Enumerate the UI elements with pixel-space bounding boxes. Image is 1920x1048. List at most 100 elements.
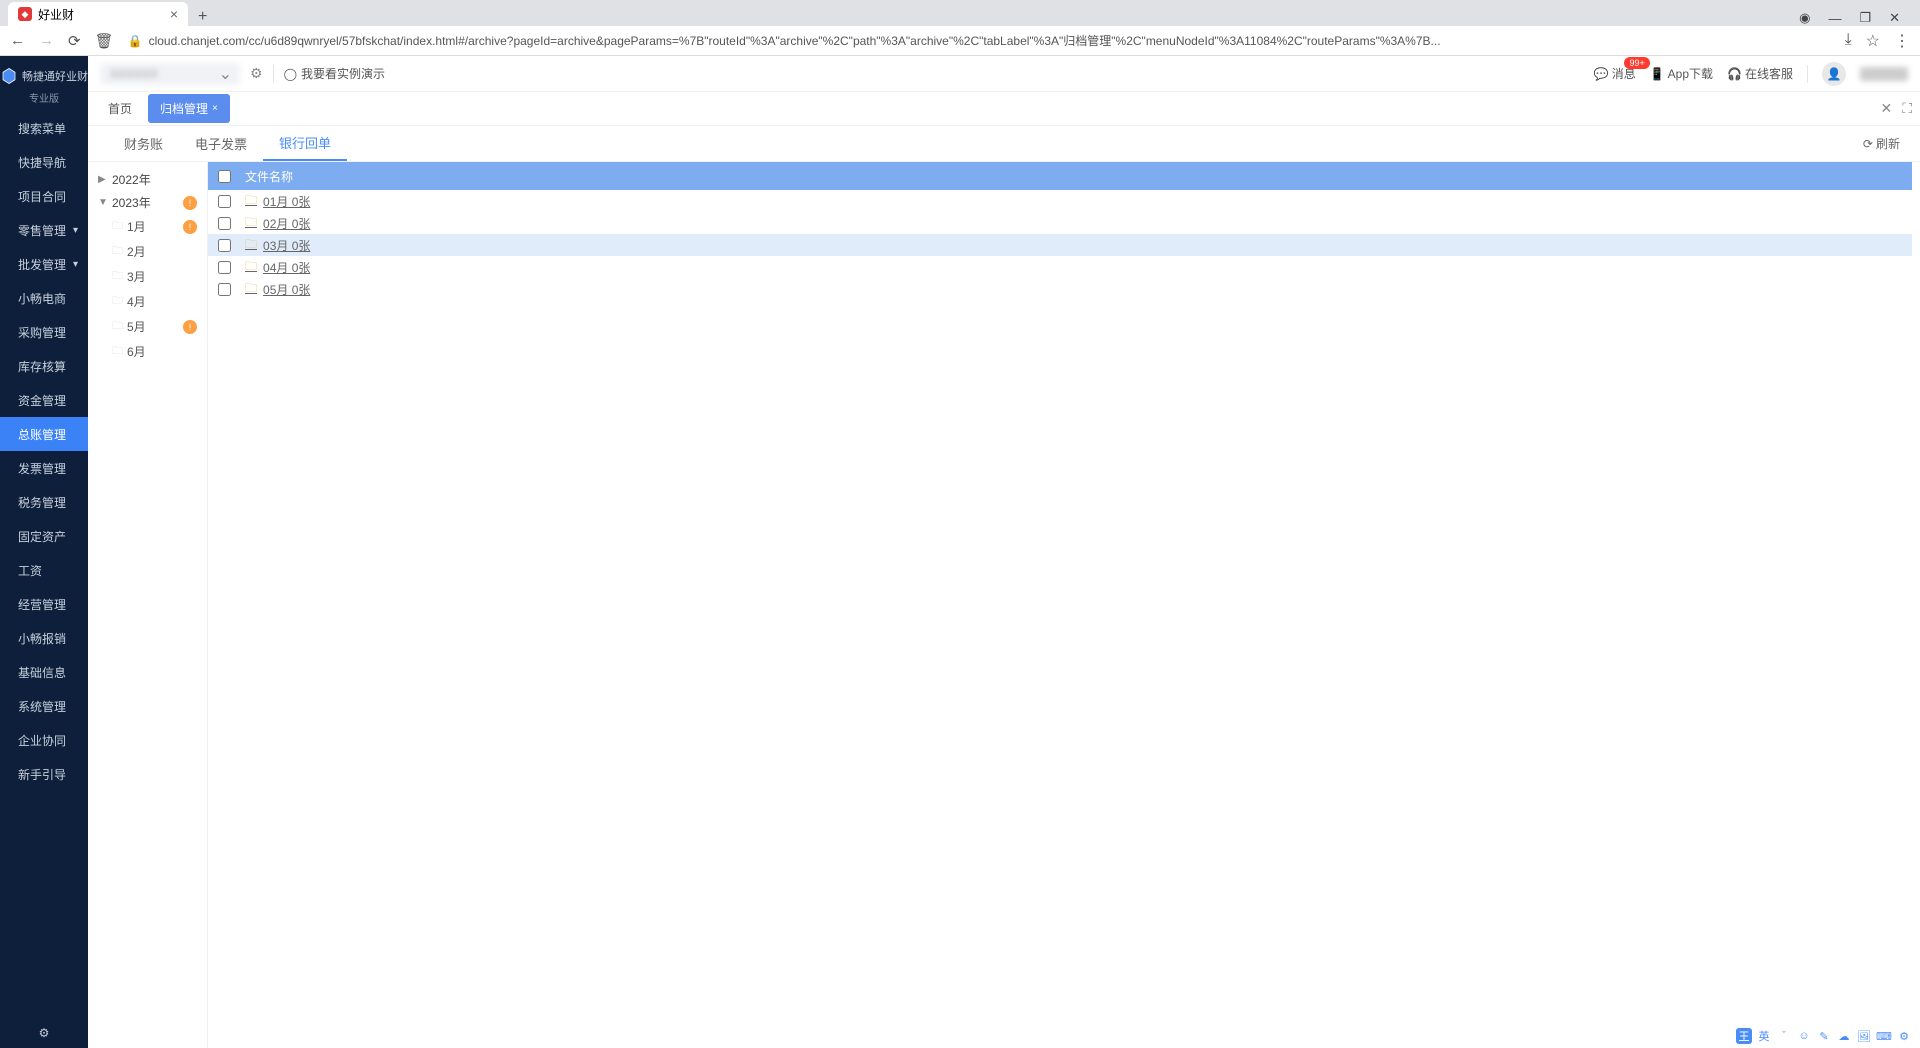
sidebar-settings[interactable]: ⚙ bbox=[0, 1018, 88, 1048]
sidebar-item-label: 发票管理 bbox=[18, 460, 66, 477]
subtab-finance[interactable]: 财务账 bbox=[108, 126, 179, 161]
sidebar-item-label: 工资 bbox=[18, 562, 42, 579]
sidebar-item-label: 税务管理 bbox=[18, 494, 66, 511]
tray-gear-icon[interactable]: ⚙ bbox=[1896, 1028, 1912, 1044]
tray-edit-icon[interactable]: ✎ bbox=[1816, 1028, 1832, 1044]
menu-icon[interactable]: ⋮ bbox=[1894, 31, 1910, 51]
tab-close-icon[interactable]: × bbox=[212, 103, 218, 114]
sidebar-item-label: 经营管理 bbox=[18, 596, 66, 613]
mobile-icon: 📱 bbox=[1650, 67, 1665, 81]
alert-badge: ! bbox=[183, 196, 197, 210]
row-checkbox[interactable] bbox=[218, 239, 231, 252]
file-row[interactable]: 🗀01月 0张 bbox=[208, 190, 1912, 212]
subtab-einvoice[interactable]: 电子发票 bbox=[179, 126, 263, 161]
app-download-button[interactable]: 📱 App下载 bbox=[1650, 65, 1713, 82]
file-link[interactable]: 🗀01月 0张 bbox=[245, 191, 310, 212]
sidebar-item-0[interactable]: 搜索菜单 bbox=[0, 111, 88, 145]
sidebar-item-2[interactable]: 项目合同 bbox=[0, 179, 88, 213]
select-all-checkbox[interactable] bbox=[218, 170, 231, 183]
file-link[interactable]: 🗀02月 0张 bbox=[245, 213, 310, 234]
tree-node-2023[interactable]: ▼ 2023年 ! bbox=[96, 191, 199, 214]
maximize-icon[interactable]: ❐ bbox=[1859, 10, 1871, 26]
sidebar-item-7[interactable]: 库存核算 bbox=[0, 349, 88, 383]
tray-keyboard-icon[interactable]: ⌨ bbox=[1876, 1028, 1892, 1044]
sidebar-item-4[interactable]: 批发管理▾ bbox=[0, 247, 88, 281]
tree-month-5[interactable]: 🗀 5月 ! bbox=[110, 314, 199, 339]
tree-month-4[interactable]: 🗀 4月 bbox=[110, 289, 199, 314]
sidebar-item-12[interactable]: 固定资产 bbox=[0, 519, 88, 553]
lock-icon: 🔒 bbox=[128, 34, 143, 48]
file-row[interactable]: 🗀02月 0张 bbox=[208, 212, 1912, 234]
sidebar-item-3[interactable]: 零售管理▾ bbox=[0, 213, 88, 247]
ime-icon[interactable]: 王 bbox=[1736, 1028, 1752, 1044]
file-link[interactable]: 🗀03月 0张 bbox=[245, 235, 310, 256]
demo-link[interactable]: ◯ 我要看实例演示 bbox=[284, 65, 385, 82]
org-settings-icon[interactable]: ⚙ bbox=[250, 65, 263, 82]
sidebar-item-17[interactable]: 系统管理 bbox=[0, 689, 88, 723]
close-all-icon[interactable]: ✕ bbox=[1880, 100, 1892, 117]
back-icon[interactable]: ← bbox=[10, 32, 25, 49]
ime-lang[interactable]: 英 bbox=[1756, 1028, 1772, 1044]
tree-month-6[interactable]: 🗀 6月 bbox=[110, 339, 199, 364]
tree-month-1[interactable]: 🗀 1月 ! bbox=[110, 214, 199, 239]
tray-cloud-icon[interactable]: ☁ bbox=[1836, 1028, 1852, 1044]
sidebar-item-6[interactable]: 采购管理 bbox=[0, 315, 88, 349]
tray-smile-icon[interactable]: ☺ bbox=[1796, 1028, 1812, 1044]
sidebar-item-8[interactable]: 资金管理 bbox=[0, 383, 88, 417]
sidebar-item-14[interactable]: 经营管理 bbox=[0, 587, 88, 621]
sidebar-item-label: 搜索菜单 bbox=[18, 120, 66, 137]
file-link[interactable]: 🗀04月 0张 bbox=[245, 257, 310, 278]
tree-month-2[interactable]: 🗀 2月 bbox=[110, 239, 199, 264]
video-icon: ◯ bbox=[284, 67, 297, 81]
file-row[interactable]: 🗀04月 0张 bbox=[208, 256, 1912, 278]
folder-icon: 🗀 bbox=[245, 191, 257, 212]
sidebar-item-13[interactable]: 工资 bbox=[0, 553, 88, 587]
close-window-icon[interactable]: ✕ bbox=[1889, 10, 1900, 26]
sidebar-item-label: 总账管理 bbox=[18, 426, 66, 443]
folder-icon: 🗀 bbox=[112, 267, 123, 286]
sidebar-item-9[interactable]: 总账管理 bbox=[0, 417, 88, 451]
tab-home[interactable]: 首页 bbox=[96, 94, 144, 123]
avatar[interactable]: 👤 bbox=[1822, 62, 1846, 86]
file-row[interactable]: 🗀03月 0张 bbox=[208, 234, 1912, 256]
username bbox=[1860, 67, 1908, 81]
sidebar-item-18[interactable]: 企业协同 bbox=[0, 723, 88, 757]
sidebar-item-label: 固定资产 bbox=[18, 528, 66, 545]
sidebar-item-1[interactable]: 快捷导航 bbox=[0, 145, 88, 179]
sidebar-item-10[interactable]: 发票管理 bbox=[0, 451, 88, 485]
account-icon[interactable]: ◉ bbox=[1799, 10, 1810, 26]
reload-icon[interactable]: ⟳ bbox=[68, 32, 81, 50]
minimize-icon[interactable]: — bbox=[1828, 11, 1841, 26]
tree-month-3[interactable]: 🗀 3月 bbox=[110, 264, 199, 289]
sidebar-item-16[interactable]: 基础信息 bbox=[0, 655, 88, 689]
sidebar-item-5[interactable]: 小畅电商 bbox=[0, 281, 88, 315]
browser-tab[interactable]: ◆ 好业财 × bbox=[8, 2, 188, 26]
tray-image-icon[interactable]: 🖼 bbox=[1856, 1028, 1872, 1044]
row-checkbox[interactable] bbox=[218, 283, 231, 296]
subtab-bank[interactable]: 银行回单 bbox=[263, 126, 347, 161]
alert-badge: ! bbox=[183, 220, 197, 234]
trash-icon[interactable]: 🗑 bbox=[95, 32, 114, 50]
tab-archive[interactable]: 归档管理 × bbox=[148, 94, 230, 123]
tab-close-icon[interactable]: × bbox=[170, 6, 178, 22]
row-checkbox[interactable] bbox=[218, 195, 231, 208]
sidebar-item-19[interactable]: 新手引导 bbox=[0, 757, 88, 791]
refresh-button[interactable]: ⟳ 刷新 bbox=[1863, 135, 1900, 152]
file-name: 04月 0张 bbox=[263, 259, 310, 276]
row-checkbox[interactable] bbox=[218, 217, 231, 230]
row-checkbox[interactable] bbox=[218, 261, 231, 274]
gear-icon: ⚙ bbox=[39, 1026, 50, 1040]
fullscreen-icon[interactable]: ⛶ bbox=[1902, 100, 1912, 117]
file-link[interactable]: 🗀05月 0张 bbox=[245, 279, 310, 300]
messages-button[interactable]: 💬 消息 99+ bbox=[1594, 65, 1636, 82]
bookmark-icon[interactable]: ☆ bbox=[1866, 31, 1880, 51]
support-button[interactable]: 🎧 在线客服 bbox=[1727, 65, 1793, 82]
sidebar-item-15[interactable]: 小畅报销 bbox=[0, 621, 88, 655]
sidebar-item-11[interactable]: 税务管理 bbox=[0, 485, 88, 519]
install-icon[interactable]: ⤓ bbox=[1845, 31, 1852, 51]
url-box[interactable]: 🔒 cloud.chanjet.com/cc/u6d89qwnryel/57bf… bbox=[128, 32, 1831, 49]
new-tab-icon[interactable]: + bbox=[198, 8, 207, 26]
tree-node-2022[interactable]: ▶ 2022年 bbox=[96, 168, 199, 191]
file-row[interactable]: 🗀05月 0张 bbox=[208, 278, 1912, 300]
forward-icon[interactable]: → bbox=[39, 32, 54, 49]
